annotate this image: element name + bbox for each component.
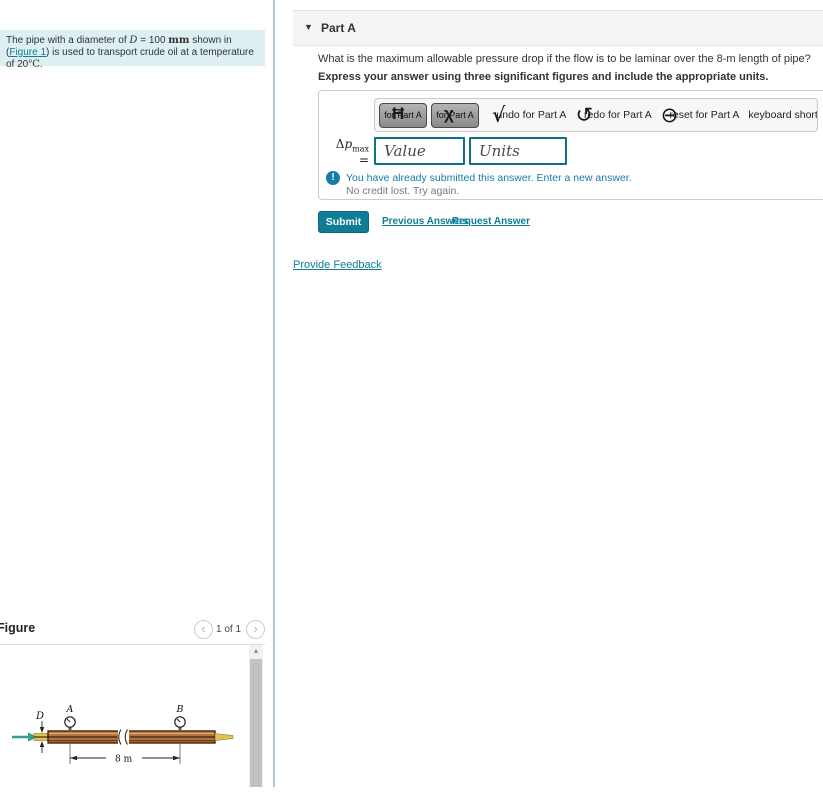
math-mm-unit: mm (168, 35, 190, 46)
warning-submessage: No credit lost. Try again. (346, 185, 460, 197)
part-a-title: Part A (321, 21, 356, 35)
pipe-outlet-stub (214, 733, 234, 741)
problem-text: . (39, 59, 43, 70)
figure-1-link[interactable]: Figure 1 (9, 47, 46, 58)
p-symbol: p (344, 137, 353, 151)
math-templates-button[interactable]: Ħ for Part A (379, 102, 427, 128)
gauge-b-label: B (176, 704, 184, 715)
pipe-figure: D A B 8 m (0, 645, 249, 787)
diameter-label: D (35, 711, 44, 722)
answer-variable-label: Δpmax = (325, 137, 369, 167)
math-celsius: C (32, 59, 40, 70)
alert-icon: ! (326, 171, 340, 185)
problem-text: = 100 (137, 35, 169, 46)
part-a-header[interactable]: ▼ Part A (293, 10, 823, 46)
chevron-left-icon: ‹ (201, 621, 206, 636)
part-a-instruction: Express your answer using three signific… (318, 71, 769, 83)
units-input[interactable] (469, 137, 567, 165)
dim-length-label: 8 m (115, 755, 133, 765)
figure-next-button[interactable]: › (246, 620, 265, 639)
figure-pagination: ‹ 1 of 1 › (194, 620, 265, 640)
warning-message: You have already submitted this answer. … (346, 172, 632, 184)
provide-feedback-link[interactable]: Provide Feedback (293, 259, 382, 271)
reset-label: reset for Part A (669, 109, 740, 121)
scroll-up-icon: ▲ (252, 648, 260, 655)
figure-scrollbar[interactable]: ▲ (249, 645, 263, 787)
equals-sign: = (358, 153, 369, 168)
diameter-arrow-top (39, 727, 45, 733)
submit-button[interactable]: Submit (318, 211, 369, 233)
symbols-button[interactable]: χ for Part A (431, 102, 479, 128)
value-input[interactable] (374, 137, 465, 165)
keyboard-shortcuts-label: keyboard shortcuts for Part A (748, 108, 818, 121)
scrollbar-up-button[interactable]: ▲ (249, 645, 263, 659)
problem-text: The pipe with a diameter of (6, 35, 130, 46)
figure-panel-title: Figure (0, 621, 36, 635)
diameter-arrow-bottom (39, 741, 45, 747)
pipe-diagram: D A B 8 m (12, 704, 234, 765)
symbols-label: for Part A (436, 109, 474, 120)
part-a-question: What is the maximum allowable pressure d… (318, 53, 811, 65)
dim-arrow-right (173, 755, 180, 761)
redo-button[interactable]: ↺redo for Part A (575, 103, 651, 127)
left-panel: The pipe with a diameter of D = 100 mm s… (0, 0, 265, 787)
undo-button[interactable]: √undo for Part A (492, 103, 566, 127)
answer-box: Ħ for Part A χ for Part A √undo for Part… (318, 90, 823, 200)
undo-label: undo for Part A (496, 109, 567, 121)
broken-icon-glyph: Ħ (392, 103, 405, 123)
redo-label: redo for Part A (584, 109, 652, 121)
equation-toolbar: Ħ for Part A χ for Part A √undo for Part… (374, 98, 818, 132)
figure-page-count: 1 of 1 (216, 624, 242, 635)
right-panel: ▼ Part A What is the maximum allowable p… (275, 0, 823, 787)
max-subscript: max (352, 144, 369, 154)
gauge-a-label: A (66, 704, 74, 715)
chevron-right-icon: › (253, 621, 258, 636)
collapse-caret-icon[interactable]: ▼ (304, 22, 313, 32)
request-answer-link[interactable]: Request Answer (452, 216, 530, 227)
problem-statement: The pipe with a diameter of D = 100 mm s… (0, 30, 265, 70)
broken-icon-glyph: χ (444, 103, 454, 123)
figure-prev-button[interactable]: ‹ (194, 620, 213, 639)
scrollbar-thumb[interactable] (250, 659, 262, 787)
reset-button[interactable]: ⊖reset for Part A (661, 103, 740, 127)
dim-arrow-left (70, 755, 77, 761)
keyboard-shortcuts-button[interactable]: keyboard shortcuts for Part A (748, 108, 818, 122)
